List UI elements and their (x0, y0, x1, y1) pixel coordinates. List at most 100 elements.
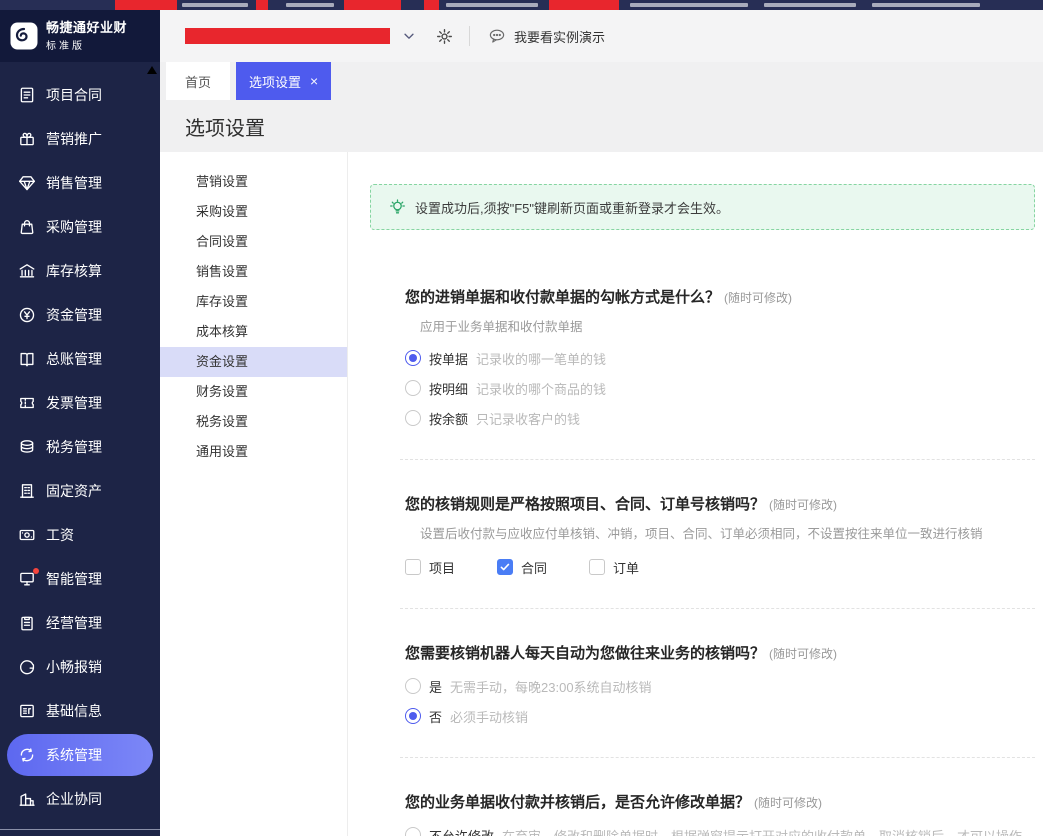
radio[interactable] (405, 350, 421, 366)
system-icon (18, 746, 36, 764)
section-divider (400, 608, 1035, 609)
clipped-browser-text (182, 3, 248, 7)
sidebar-item[interactable]: 税务管理 (0, 425, 160, 469)
app: 畅捷通好业财 标准版 项目合同 营销推广 销售管理 采购管理 库存核算 资金管理 总账管理发… (0, 10, 1043, 836)
tab-close-icon[interactable]: × (310, 74, 318, 88)
sidebar-item[interactable]: 基础信息 (0, 689, 160, 733)
settings-nav-item[interactable]: 税务设置 (160, 407, 347, 437)
contract-icon (18, 86, 36, 104)
brand-subtitle: 标准版 (46, 41, 85, 52)
sidebar-item[interactable]: 营销推广 (0, 117, 160, 161)
sidebar-scroll-up-arrow[interactable] (147, 66, 157, 74)
radio[interactable] (405, 380, 421, 396)
option-label: 合同 (521, 560, 548, 576)
sidebar-item[interactable]: 智能管理 (0, 557, 160, 601)
sidebar-item[interactable]: 固定资产 (0, 469, 160, 513)
question-block: 您的业务单据收付款并核销后，是否允许修改单据？ (随时可修改) 不允许修改 在弃审、修… (370, 791, 1035, 836)
notification-dot-icon (33, 568, 39, 574)
option-label: 按单据 (429, 351, 469, 367)
settings-nav-item[interactable]: 库存设置 (160, 287, 347, 317)
option-row[interactable]: 按明细 记录收的哪个商品的钱 (405, 379, 1035, 397)
sidebar-item[interactable]: 采购管理 (0, 205, 160, 249)
sidebar-item[interactable]: 小畅报销 (0, 645, 160, 689)
option-row[interactable]: 项目 (405, 558, 455, 576)
option-row[interactable]: 是无需手动，每晚23:00系统自动核销 (405, 677, 1035, 695)
settings-nav-item[interactable]: 营销设置 (160, 167, 347, 197)
settings-nav-item[interactable]: 资金设置 (160, 347, 347, 377)
sidebar-item-label: 营销推广 (46, 131, 102, 147)
option-desc: 必须手动核销 (450, 709, 529, 725)
settings-gear-icon[interactable] (436, 28, 453, 45)
checkbox[interactable] (589, 559, 606, 575)
sidebar-item-label: 税务管理 (46, 439, 102, 455)
sidebar-item-label: 发票管理 (46, 395, 102, 411)
sidebar-nav: 项目合同营销推广销售管理 采购管理 库存核算 资金管理总账管理发票管理税务管理固定资产… (0, 62, 160, 829)
option-desc: 记录收的哪一笔单的钱 (476, 351, 607, 367)
option-row[interactable]: 按单据 记录收的哪一笔单的钱 (405, 349, 1035, 367)
marketing-icon (18, 130, 36, 148)
option-label: 项目 (429, 560, 456, 576)
sidebar-item[interactable]: 库存核算 (0, 249, 160, 293)
option-desc: 记录收的哪个商品的钱 (476, 381, 607, 397)
option-row[interactable]: 否必须手动核销 (405, 707, 1035, 725)
option-row[interactable]: 按余额 只记录收客户的钱 (405, 409, 1035, 427)
sidebar-item-label: 固定资产 (46, 483, 102, 499)
question-hint: (随时可修改) (769, 647, 838, 661)
sidebar-item[interactable]: 资金管理 (0, 293, 160, 337)
section-divider (400, 459, 1035, 460)
sidebar-item[interactable]: 企业协同 (0, 777, 160, 821)
sidebar-item[interactable]: 项目合同 (0, 73, 160, 117)
sidebar-item[interactable]: 经营管理 (0, 601, 160, 645)
sidebar-item-label: 企业协同 (46, 791, 102, 807)
redacted-company-name (185, 28, 390, 44)
settings-nav-item[interactable]: 销售设置 (160, 257, 347, 287)
redaction-block (549, 0, 619, 10)
redaction-block (344, 0, 401, 10)
sidebar-item[interactable]: 系统管理 (7, 734, 153, 776)
tab[interactable]: 首页 (166, 62, 231, 100)
question-hint: (随时可修改) (769, 498, 838, 512)
sidebar-item[interactable]: 工资 (0, 513, 160, 557)
option-label: 否 (429, 709, 443, 725)
settings-content: 设置成功后,须按"F5"键刷新页面或重新登录才会生效。 您的进销单据和收付款单据… (348, 152, 1043, 836)
question-title: 您的核销规则是严格按照项目、合同、订单号核销吗？ (随时可修改) (405, 496, 838, 513)
sidebar-item[interactable]: 总账管理 (0, 337, 160, 381)
purchase-icon (18, 218, 36, 236)
demo-link[interactable]: 我要看实例演示 (488, 27, 605, 46)
sidebar-item[interactable]: 发票管理 (0, 381, 160, 425)
clipped-browser-text (446, 3, 538, 7)
option-row[interactable]: 订单 (589, 558, 639, 576)
brand-logo-icon (10, 22, 38, 50)
redaction-block (256, 0, 268, 10)
sidebar-item[interactable]: 销售管理 (0, 161, 160, 205)
sidebar-footer-divider (0, 829, 160, 836)
sidebar-item-label: 经营管理 (46, 615, 102, 631)
option-desc: 只记录收客户的钱 (476, 411, 581, 427)
settings-nav-item[interactable]: 合同设置 (160, 227, 347, 257)
sidebar-item-label: 智能管理 (46, 571, 102, 587)
option-row[interactable]: 不允许修改 在弃审、修改和删除单据时，根据弹窗提示打开对应的收付款单，取消核销后，… (405, 826, 1035, 836)
clipped-browser-text (764, 3, 856, 7)
option-row[interactable]: 合同 (497, 558, 547, 576)
checkbox[interactable] (497, 559, 514, 575)
option-label: 按明细 (429, 381, 469, 397)
radio[interactable] (405, 708, 421, 724)
option-label: 是 (429, 679, 443, 695)
radio[interactable] (405, 827, 421, 836)
tab[interactable]: 选项设置 × (236, 62, 332, 100)
radio[interactable] (405, 678, 421, 694)
settings-nav-item[interactable]: 采购设置 (160, 197, 347, 227)
sidebar-item-label: 总账管理 (46, 351, 102, 367)
checkbox[interactable] (405, 559, 421, 575)
question-hint: (随时可修改) (754, 796, 823, 810)
lightbulb-icon (390, 198, 405, 213)
notice-banner: 设置成功后,须按"F5"键刷新页面或重新登录才会生效。 (370, 184, 1035, 230)
radio[interactable] (405, 410, 421, 426)
settings-nav-item[interactable]: 通用设置 (160, 437, 347, 467)
company-selector[interactable] (185, 28, 416, 44)
settings-nav-item[interactable]: 成本核算 (160, 317, 347, 347)
redaction-block (115, 0, 177, 10)
settings-nav-item[interactable]: 财务设置 (160, 377, 347, 407)
option-label: 按余额 (429, 411, 469, 427)
invoice-icon (18, 394, 36, 412)
